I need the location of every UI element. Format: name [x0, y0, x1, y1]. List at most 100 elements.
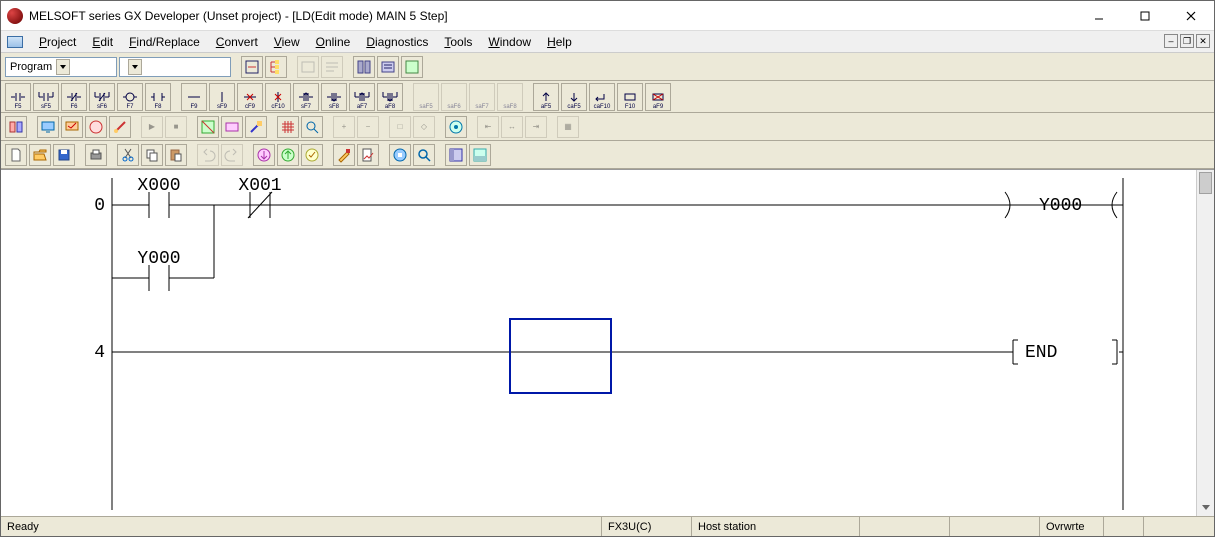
menu-view[interactable]: View — [266, 33, 308, 51]
remote-stop-button[interactable]: ■ — [165, 116, 187, 138]
verify-plc-button[interactable] — [301, 144, 323, 166]
ld-open-contact-button[interactable]: F5 — [5, 83, 31, 111]
new-button[interactable] — [5, 144, 27, 166]
vertical-scrollbar[interactable] — [1196, 170, 1214, 516]
ld-falling-diff-button[interactable]: saF7 — [469, 83, 495, 111]
grid-display-button[interactable] — [277, 116, 299, 138]
ld-open-contact-or-button[interactable]: sF5 — [33, 83, 59, 111]
print-button[interactable] — [85, 144, 107, 166]
ld-line-delete-button[interactable]: aF9 — [645, 83, 671, 111]
statement-edit-button[interactable] — [321, 56, 343, 78]
rung1-end-label: END — [1025, 343, 1057, 363]
ld-pulse-falling-button[interactable]: sF8 — [321, 83, 347, 111]
menu-tools[interactable]: Tools — [436, 33, 480, 51]
ld-pulse-falling-or-button[interactable]: aF8 — [377, 83, 403, 111]
device-batch-button[interactable] — [221, 116, 243, 138]
ld-vline-button[interactable]: sF9 — [209, 83, 235, 111]
register-device-button[interactable] — [241, 56, 263, 78]
menu-help[interactable]: Help — [539, 33, 580, 51]
align-right-button[interactable]: ⇥ — [525, 116, 547, 138]
ld-vline-delete-button[interactable]: cF10 — [265, 83, 291, 111]
scroll-thumb[interactable] — [1199, 172, 1212, 194]
scroll-down-arrow-icon[interactable] — [1197, 498, 1214, 516]
diagnostics-button[interactable] — [413, 144, 435, 166]
ld-pulse-rising-or-button[interactable]: aF7 — [349, 83, 375, 111]
entry-ladder-mon-button[interactable] — [197, 116, 219, 138]
status-empty3 — [1104, 517, 1144, 536]
monitor-write-button[interactable] — [61, 116, 83, 138]
toolbar-selection: Program — [1, 53, 1214, 81]
zoom-in-button[interactable]: + — [333, 116, 355, 138]
cross-reference-button[interactable] — [445, 116, 467, 138]
maximize-button[interactable] — [1122, 1, 1168, 31]
find-device-button[interactable] — [301, 116, 323, 138]
ld-hline-button[interactable]: F9 — [181, 83, 207, 111]
menu-window[interactable]: Window — [480, 33, 539, 51]
status-host: Host station — [692, 517, 860, 536]
buffer-memory-button[interactable] — [245, 116, 267, 138]
monitor-start-button[interactable] — [37, 116, 59, 138]
ld-line-return-button[interactable]: caF10 — [589, 83, 615, 111]
menu-find-replace[interactable]: Find/Replace — [121, 33, 208, 51]
ladder-editor[interactable]: 0 X000 X001 Y000 — [1, 170, 1196, 516]
sfc-step-button[interactable]: ◇ — [413, 116, 435, 138]
device-test-button[interactable] — [109, 116, 131, 138]
sfc-display-button[interactable]: ▦ — [557, 116, 579, 138]
convert-button[interactable] — [5, 116, 27, 138]
menu-diagnostics[interactable]: Diagnostics — [358, 33, 436, 51]
ld-set-button[interactable]: saF8 — [497, 83, 523, 111]
ld-application-instr-button[interactable]: F8 — [145, 83, 171, 111]
redo-button[interactable] — [221, 144, 243, 166]
mdi-restore-button[interactable]: ❐ — [1180, 34, 1194, 48]
align-left-button[interactable]: ⇤ — [477, 116, 499, 138]
remote-run-button[interactable]: ▶ — [141, 116, 163, 138]
program-type-combo[interactable]: Program — [5, 57, 117, 77]
project-window-button[interactable] — [445, 144, 467, 166]
tree-view-button[interactable] — [265, 56, 287, 78]
comment-edit-button[interactable] — [297, 56, 319, 78]
minimize-button[interactable] — [1076, 1, 1122, 31]
sfc-block-button[interactable]: □ — [389, 116, 411, 138]
ld-pulse-rising-button[interactable]: sF7 — [293, 83, 319, 111]
align-center-button[interactable]: ↔ — [501, 116, 523, 138]
app-window: MELSOFT series GX Developer (Unset proje… — [0, 0, 1215, 537]
open-button[interactable] — [29, 144, 51, 166]
ld-rising-diff-button[interactable]: saF6 — [441, 83, 467, 111]
mdi-minimize-button[interactable]: – — [1164, 34, 1178, 48]
menu-project[interactable]: Project — [31, 33, 84, 51]
zoom-out-button[interactable]: − — [357, 116, 379, 138]
copy-button[interactable] — [141, 144, 163, 166]
menu-convert[interactable]: Convert — [208, 33, 266, 51]
chevron-down-icon — [128, 59, 142, 75]
mdi-close-button[interactable]: ✕ — [1196, 34, 1210, 48]
menu-edit[interactable]: Edit — [84, 33, 121, 51]
ld-line-draw-button[interactable]: F10 — [617, 83, 643, 111]
ld-coil-button[interactable]: F7 — [117, 83, 143, 111]
ld-hline-delete-button[interactable]: cF9 — [237, 83, 263, 111]
format-button[interactable] — [333, 144, 355, 166]
chevron-down-icon — [56, 59, 70, 75]
menu-online[interactable]: Online — [308, 33, 359, 51]
undo-button[interactable] — [197, 144, 219, 166]
device-memory-button[interactable] — [401, 56, 423, 78]
ld-closed-contact-button[interactable]: F6 — [61, 83, 87, 111]
ld-closed-contact-or-button[interactable]: sF6 — [89, 83, 115, 111]
ld-invert-button[interactable]: saF5 — [413, 83, 439, 111]
output-window-button[interactable] — [469, 144, 491, 166]
cut-button[interactable] — [117, 144, 139, 166]
read-from-plc-button[interactable] — [253, 144, 275, 166]
parameter-button[interactable] — [353, 56, 375, 78]
check-program-button[interactable] — [357, 144, 379, 166]
paste-button[interactable] — [165, 144, 187, 166]
program-type-value: Program — [10, 61, 52, 73]
monitor-stop-button[interactable] — [85, 116, 107, 138]
save-button[interactable] — [53, 144, 75, 166]
ld-line-up-button[interactable]: aF5 — [533, 83, 559, 111]
device-combo[interactable] — [119, 57, 231, 77]
write-to-plc-button[interactable] — [277, 144, 299, 166]
ld-line-down-button[interactable]: caF5 — [561, 83, 587, 111]
menu-bar: Project Edit Find/Replace Convert View O… — [1, 31, 1214, 53]
network-param-button[interactable] — [377, 56, 399, 78]
transfer-setup-button[interactable] — [389, 144, 411, 166]
close-button[interactable] — [1168, 1, 1214, 31]
